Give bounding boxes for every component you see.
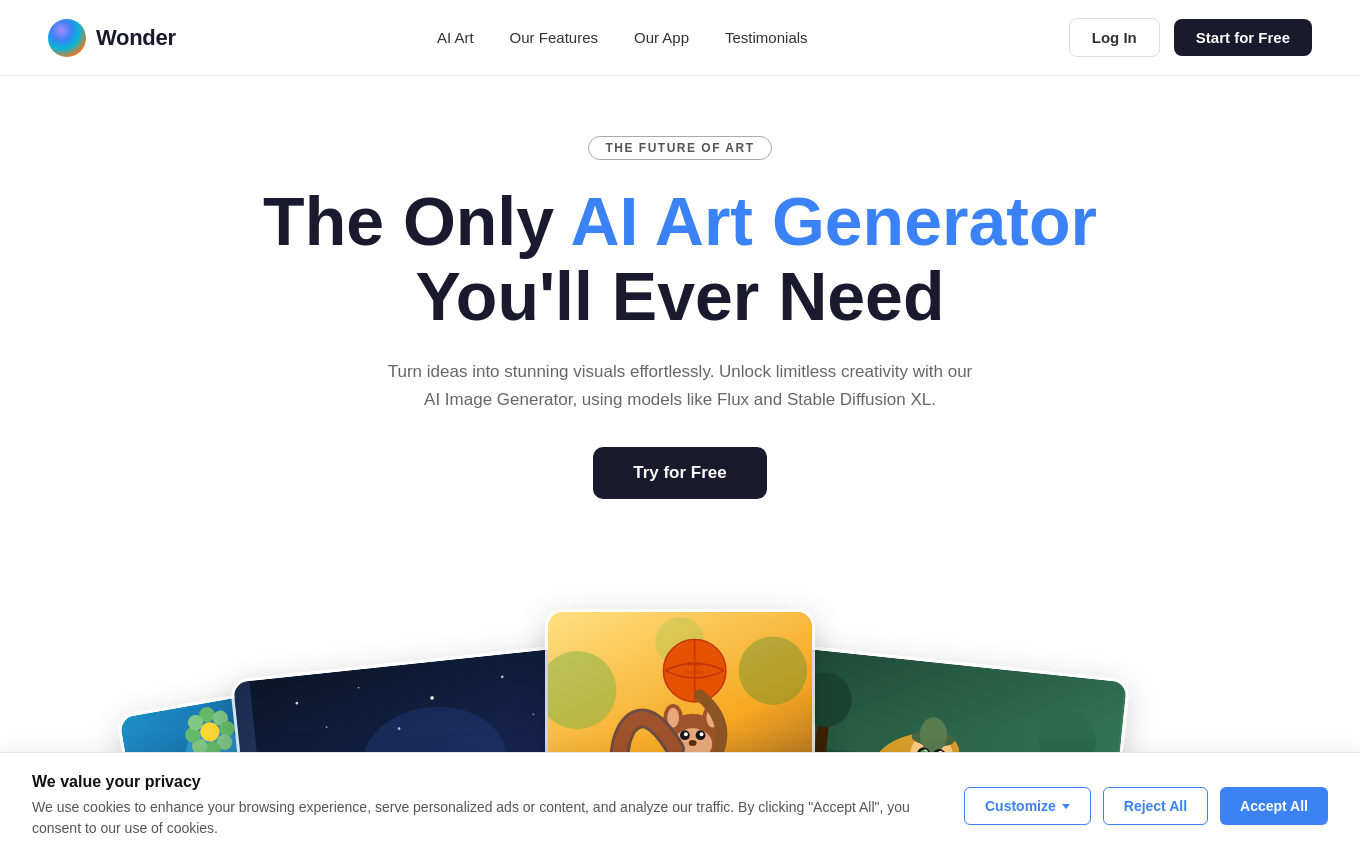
nav-item-testimonials[interactable]: Testimonials: [725, 29, 808, 46]
navbar: Wonder AI Art Our Features Our App Testi…: [0, 0, 1360, 76]
cookie-title: We value your privacy: [32, 773, 924, 791]
logo-icon: [48, 19, 86, 57]
nav-item-ai-art[interactable]: AI Art: [437, 29, 474, 46]
nav-item-features[interactable]: Our Features: [510, 29, 598, 46]
cookie-text-area: We value your privacy We use cookies to …: [32, 773, 924, 839]
try-free-button[interactable]: Try for Free: [593, 447, 767, 499]
cookie-content: We value your privacy We use cookies to …: [32, 773, 1328, 839]
cookie-actions: Customize Reject All Accept All: [964, 787, 1328, 825]
hero-title-part1: The Only: [263, 183, 570, 259]
svg-point-0: [48, 19, 86, 57]
reject-all-button[interactable]: Reject All: [1103, 787, 1208, 825]
nav-item-app[interactable]: Our App: [634, 29, 689, 46]
cookie-banner: We value your privacy We use cookies to …: [0, 752, 1360, 859]
accept-all-button[interactable]: Accept All: [1220, 787, 1328, 825]
nav-links: AI Art Our Features Our App Testimonials: [437, 29, 808, 47]
customize-label: Customize: [985, 798, 1056, 814]
chevron-down-icon: [1062, 804, 1070, 809]
login-button[interactable]: Log In: [1069, 18, 1160, 57]
start-button[interactable]: Start for Free: [1174, 19, 1312, 56]
logo-text: Wonder: [96, 25, 176, 51]
svg-text:Cam3re: Cam3re: [686, 670, 704, 675]
hero-subtitle: Turn ideas into stunning visuals effortl…: [380, 358, 980, 416]
logo-link[interactable]: Wonder: [48, 19, 176, 57]
svg-point-49: [700, 733, 704, 737]
hero-title: The Only AI Art Generator You'll Ever Ne…: [40, 184, 1320, 334]
hero-title-highlight: AI Art Generator: [570, 183, 1096, 259]
svg-point-50: [689, 740, 697, 746]
svg-text:PINU: PINU: [688, 661, 702, 667]
customize-button[interactable]: Customize: [964, 787, 1091, 825]
hero-badge: THE FUTURE OF ART: [588, 136, 771, 160]
cookie-description: We use cookies to enhance your browsing …: [32, 797, 924, 839]
hero-section: THE FUTURE OF ART The Only AI Art Genera…: [0, 76, 1360, 589]
nav-actions: Log In Start for Free: [1069, 18, 1312, 57]
hero-title-part2: You'll Ever Need: [416, 258, 945, 334]
svg-point-48: [684, 733, 688, 737]
svg-point-32: [739, 637, 807, 705]
